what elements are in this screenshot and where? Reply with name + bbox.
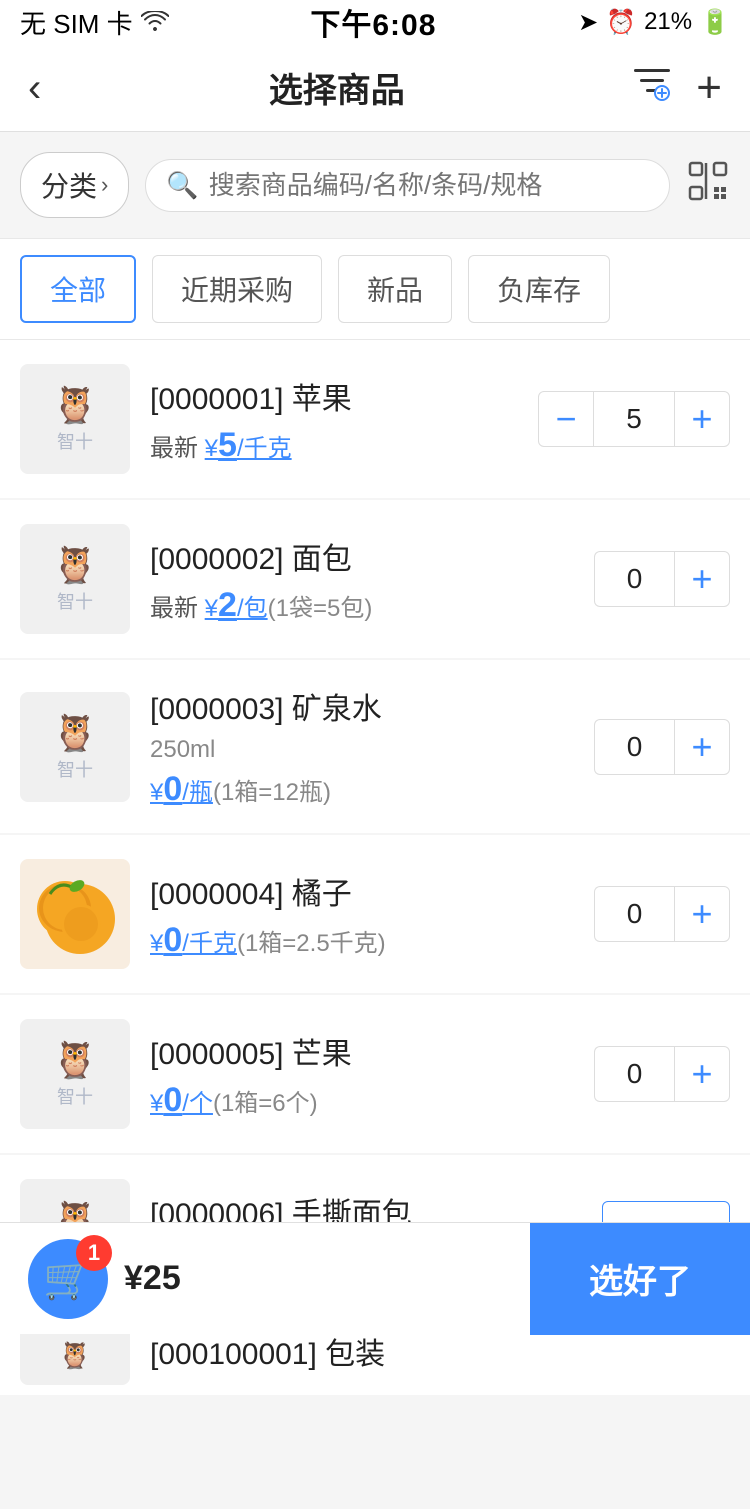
- filter-tabs: 全部 近期采购 新品 负库存: [0, 239, 750, 340]
- product-name: [0000003] 矿泉水: [150, 684, 574, 728]
- quantity-control: +: [594, 551, 730, 607]
- product-thumbnail: 🦉 智十: [20, 364, 130, 474]
- tab-recent[interactable]: 近期采购: [152, 255, 322, 323]
- product-price: ¥0/瓶(1箱=12瓶): [150, 770, 574, 809]
- filter-icon[interactable]: [632, 65, 672, 110]
- product-spec: 250ml: [150, 736, 574, 764]
- product-info: [000100001] 包装: [150, 1329, 730, 1381]
- nav-bar: ‹ 选择商品 +: [0, 44, 750, 132]
- product-image: [25, 864, 125, 964]
- tab-negative[interactable]: 负库存: [468, 255, 610, 323]
- status-right: ➤ ⏰ 21% 🔋: [578, 8, 730, 37]
- product-price: 最新 ¥2/包(1袋=5包): [150, 586, 574, 625]
- page-title: 选择商品: [269, 63, 405, 112]
- owl-icon: 🦉: [53, 1039, 98, 1081]
- list-item: 🦉 智十 [0000002] 面包 最新 ¥2/包(1袋=5包) +: [0, 500, 750, 658]
- quantity-plus-button[interactable]: +: [674, 719, 730, 775]
- owl-text: 智十: [57, 428, 93, 454]
- quantity-plus-button[interactable]: +: [674, 886, 730, 942]
- product-info: [0000001] 苹果 最新 ¥5/千克: [150, 374, 518, 465]
- search-icon: 🔍: [166, 170, 198, 201]
- quantity-input[interactable]: [594, 391, 674, 447]
- alarm-icon: ⏰: [606, 8, 636, 37]
- quantity-control: − +: [538, 391, 730, 447]
- quantity-control: +: [594, 886, 730, 942]
- bottom-bar: 🛒 1 ¥25 选好了: [0, 1222, 750, 1334]
- quantity-input[interactable]: [594, 886, 674, 942]
- product-price: ¥0/千克(1箱=2.5千克): [150, 921, 574, 960]
- battery-icon: 🔋: [700, 8, 730, 37]
- quantity-minus-button[interactable]: −: [538, 391, 594, 447]
- quantity-control: +: [594, 1046, 730, 1102]
- wifi-icon: [141, 7, 169, 38]
- scan-icon[interactable]: [686, 159, 730, 212]
- quantity-input[interactable]: [594, 1046, 674, 1102]
- owl-text: 智十: [57, 756, 93, 782]
- list-item: 🦉 智十 [0000003] 矿泉水 250ml ¥0/瓶(1箱=12瓶) +: [0, 660, 750, 833]
- cart-total: ¥25: [124, 1259, 181, 1298]
- product-thumbnail: [20, 859, 130, 969]
- quantity-plus-button[interactable]: +: [674, 1046, 730, 1102]
- owl-icon: 🦉: [53, 544, 98, 586]
- confirm-button[interactable]: 选好了: [530, 1223, 750, 1335]
- product-thumbnail: 🦉: [20, 1325, 130, 1385]
- product-thumbnail: 🦉 智十: [20, 1019, 130, 1129]
- product-name: [0000002] 面包: [150, 534, 574, 578]
- battery-text: 21%: [644, 8, 692, 36]
- product-info: [0000004] 橘子 ¥0/千克(1箱=2.5千克): [150, 869, 574, 960]
- search-input-wrap: 🔍: [145, 159, 670, 212]
- owl-text: 智十: [57, 588, 93, 614]
- search-input[interactable]: [209, 170, 649, 201]
- quantity-plus-button[interactable]: +: [674, 391, 730, 447]
- status-bar: 无 SIM 卡 下午6:08 ➤ ⏰ 21% 🔋: [0, 0, 750, 44]
- tab-all[interactable]: 全部: [20, 255, 136, 323]
- search-row: 分类 › 🔍: [0, 132, 750, 239]
- owl-text: 智十: [57, 1083, 93, 1109]
- quantity-plus-button[interactable]: +: [674, 551, 730, 607]
- product-info: [0000002] 面包 最新 ¥2/包(1袋=5包): [150, 534, 574, 625]
- list-item: 🦉 智十 [0000005] 芒果 ¥0/个(1箱=6个) +: [0, 995, 750, 1153]
- cart-badge: 1: [76, 1235, 112, 1271]
- product-price: 最新 ¥5/千克: [150, 426, 518, 465]
- product-thumbnail: 🦉 智十: [20, 524, 130, 634]
- add-icon[interactable]: +: [696, 63, 722, 113]
- owl-icon: 🦉: [59, 1340, 91, 1371]
- tab-new[interactable]: 新品: [338, 255, 452, 323]
- list-item: 🦉 智十 [0000001] 苹果 最新 ¥5/千克 − +: [0, 340, 750, 498]
- status-left: 无 SIM 卡: [20, 4, 169, 41]
- nav-actions: +: [632, 63, 722, 113]
- back-button[interactable]: ‹: [28, 68, 41, 108]
- product-name: [0000004] 橘子: [150, 869, 574, 913]
- location-icon: ➤: [578, 8, 598, 37]
- product-thumbnail: 🦉 智十: [20, 692, 130, 802]
- product-price: ¥0/个(1箱=6个): [150, 1081, 574, 1120]
- product-name: [0000001] 苹果: [150, 374, 518, 418]
- owl-icon: 🦉: [53, 712, 98, 754]
- cart-button[interactable]: 🛒 1: [28, 1239, 108, 1319]
- product-info: [0000003] 矿泉水 250ml ¥0/瓶(1箱=12瓶): [150, 684, 574, 809]
- quantity-input[interactable]: [594, 551, 674, 607]
- carrier-text: 无 SIM 卡: [20, 4, 133, 41]
- category-chevron-icon: ›: [101, 172, 108, 198]
- status-time: 下午6:08: [310, 0, 436, 44]
- cart-area: 🛒 1 ¥25: [0, 1239, 530, 1319]
- category-button[interactable]: 分类 ›: [20, 152, 129, 218]
- quantity-control: +: [594, 719, 730, 775]
- category-label: 分类: [41, 165, 97, 205]
- product-info: [0000005] 芒果 ¥0/个(1箱=6个): [150, 1029, 574, 1120]
- product-name: [000100001] 包装: [150, 1329, 730, 1373]
- owl-icon: 🦉: [53, 384, 98, 426]
- quantity-input[interactable]: [594, 719, 674, 775]
- product-name: [0000005] 芒果: [150, 1029, 574, 1073]
- list-item: [0000004] 橘子 ¥0/千克(1箱=2.5千克) +: [0, 835, 750, 993]
